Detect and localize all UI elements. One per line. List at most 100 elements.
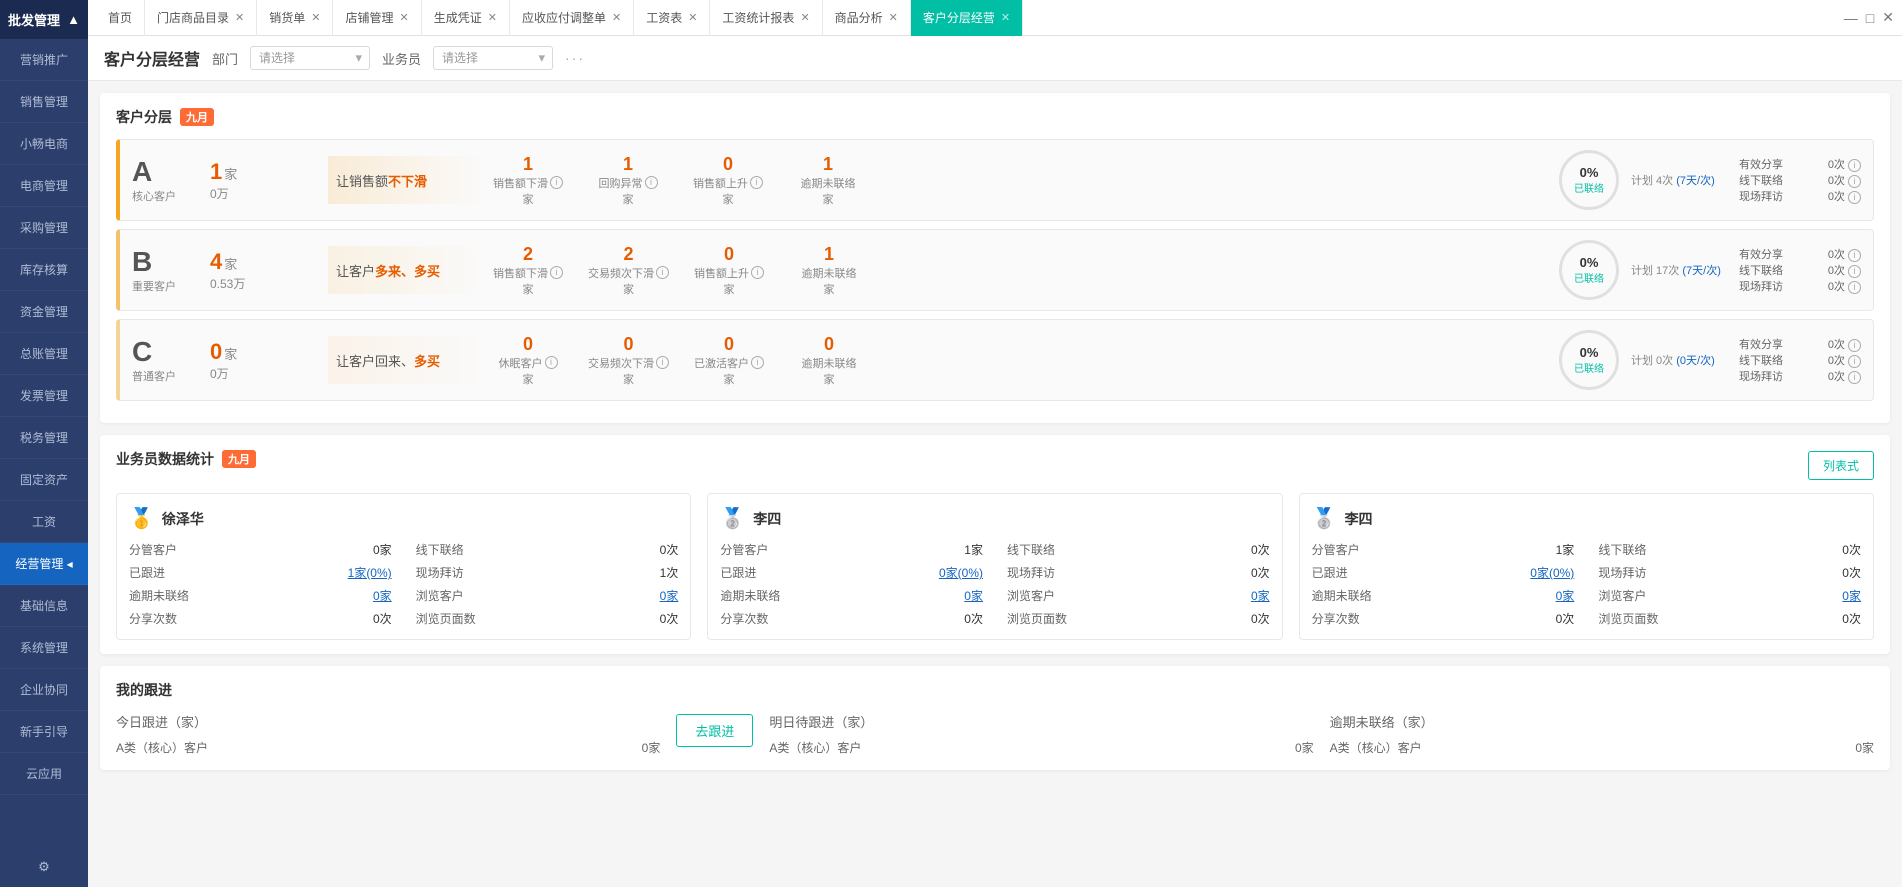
- tab-销货单[interactable]: 销货单 ✕: [257, 0, 333, 36]
- staff-stat-分享次数-0: 分享次数 0次: [129, 610, 392, 627]
- customer-tier-title: 客户分层 九月: [116, 107, 1874, 127]
- sidebar-top[interactable]: 批发管理 ▲: [0, 0, 88, 39]
- tier-b-stats: 2 销售额下滑 i 家 2 交易频次下滑 i 家 0 销售额上升 i 家: [488, 244, 1547, 297]
- followup-today-col: 今日跟进（家） A类（核心）客户 0家: [116, 712, 660, 756]
- tab-close-商品分析[interactable]: ✕: [889, 11, 898, 24]
- sidebar-item-小畅电商[interactable]: 小畅电商: [0, 123, 88, 165]
- tab-店铺管理[interactable]: 店铺管理 ✕: [333, 0, 421, 36]
- stat-a-回购异常: 1 回购异常 i 家: [588, 154, 668, 207]
- tier-c-contact-circle: 0% 已联络: [1559, 330, 1619, 390]
- staff-medal-0: 🥇: [129, 506, 154, 531]
- followup-button[interactable]: 去跟进: [676, 714, 753, 747]
- dept-label: 部门: [212, 49, 238, 68]
- staff-stats-2: 分管客户 1家 线下联络 0次 已跟进 0家(0%) 现场拜访: [1312, 541, 1861, 627]
- tier-c-contact-plan: 计划 0次 (0天/次): [1631, 352, 1731, 368]
- staff-card-1: 🥈 李四 分管客户 1家 线下联络 0次 已跟进: [707, 493, 1282, 640]
- page-header: 客户分层经营 部门 请选择 业务员 请选择 ···: [88, 36, 1902, 81]
- staff-medal-1: 🥈: [720, 506, 745, 531]
- stat-c-休眠客户: 0 休眠客户 i 家: [488, 334, 568, 387]
- followup-today-col-title: 今日跟进（家）: [116, 712, 660, 731]
- staff-stat-浏览客户-0: 浏览客户 0家: [416, 587, 679, 604]
- sidebar: 批发管理 ▲ 营销推广 销售管理 小畅电商 电商管理 采购管理 库存核算 资金管…: [0, 0, 88, 887]
- tab-客户分层经营[interactable]: 客户分层经营 ✕: [911, 0, 1023, 36]
- sidebar-top-label: 批发管理: [8, 10, 60, 29]
- tier-c-right-stats: 有效分享 0次 i 线下联络 0次 i 现场拜访 0次 i: [1731, 336, 1861, 384]
- main-area: 首页 门店商品目录 ✕ 销货单 ✕ 店铺管理 ✕ 生成凭证 ✕ 应收应付调整单 …: [88, 0, 1902, 887]
- sidebar-item-经营管理[interactable]: 经营管理 ◂: [0, 543, 88, 585]
- staff-stat-线下联络-0: 线下联络 0次: [416, 541, 679, 558]
- tab-maximize-icon[interactable]: □: [1866, 10, 1874, 26]
- tab-bar-actions: — □ ✕: [1844, 9, 1894, 26]
- staff-name-2: 🥈 李四: [1312, 506, 1861, 531]
- tab-应收应付调整单[interactable]: 应收应付调整单 ✕: [510, 0, 634, 36]
- stat-b-销售额下滑: 2 销售额下滑 i 家: [488, 244, 568, 297]
- tier-a-contact-plan: 计划 4次 (7天/次): [1631, 172, 1731, 188]
- tab-生成凭证[interactable]: 生成凭证 ✕: [422, 0, 510, 36]
- tab-close-销货单[interactable]: ✕: [311, 11, 320, 24]
- tab-close-工资表[interactable]: ✕: [688, 11, 697, 24]
- sidebar-item-采购管理[interactable]: 采购管理: [0, 207, 88, 249]
- sidebar-item-基础信息[interactable]: 基础信息: [0, 585, 88, 627]
- tier-a-label: A 核心客户: [132, 156, 202, 204]
- sidebar-item-云应用[interactable]: 云应用: [0, 753, 88, 795]
- tab-close-门店商品目录[interactable]: ✕: [235, 11, 244, 24]
- tab-工资表[interactable]: 工资表 ✕: [634, 0, 710, 36]
- staff-select[interactable]: 请选择: [433, 46, 553, 70]
- sidebar-item-营销推广[interactable]: 营销推广: [0, 39, 88, 81]
- tab-商品分析[interactable]: 商品分析 ✕: [823, 0, 911, 36]
- tier-c-count: 0 家 0万: [210, 339, 320, 382]
- sidebar-item-工资[interactable]: 工资: [0, 501, 88, 543]
- tier-b-count: 4 家 0.53万: [210, 249, 320, 292]
- stat-c-已激活客户: 0 已激活客户 i 家: [689, 334, 769, 387]
- sidebar-item-总账管理[interactable]: 总账管理: [0, 333, 88, 375]
- dept-select[interactable]: 请选择: [250, 46, 370, 70]
- tab-close-客户分层经营[interactable]: ✕: [1001, 11, 1010, 24]
- sidebar-item-库存核算[interactable]: 库存核算: [0, 249, 88, 291]
- customer-tier-section: 客户分层 九月 A 核心客户 1 家 0万 让销售额不下: [100, 93, 1890, 423]
- sidebar-item-电商管理[interactable]: 电商管理: [0, 165, 88, 207]
- tab-工资统计报表[interactable]: 工资统计报表 ✕: [710, 0, 822, 36]
- customer-month-badge: 九月: [180, 108, 214, 126]
- followup-tomorrow-col-title: 明日待跟进（家）: [769, 712, 1313, 731]
- tier-row-a: A 核心客户 1 家 0万 让销售额不下滑 1: [116, 139, 1874, 221]
- sidebar-item-销售管理[interactable]: 销售管理: [0, 81, 88, 123]
- tier-c-banner: 让客户回来、多买: [328, 336, 488, 384]
- followup-title: 我的跟进: [116, 680, 1874, 700]
- staff-medal-2: 🥈: [1312, 506, 1337, 531]
- tier-a-stats: 1 销售额下滑 i 家 1 回购异常 i 家 0 销售额上升 i 家: [488, 154, 1547, 207]
- staff-stat-浏览页面数-0: 浏览页面数 0次: [416, 610, 679, 627]
- staff-stats-section: 业务员数据统计 九月 列表式 🥇 徐泽华 分管客户 0家: [100, 435, 1890, 654]
- stat-a-销售额下滑: 1 销售额下滑 i 家: [488, 154, 568, 207]
- staff-stat-现场拜访-0: 现场拜访 1次: [416, 564, 679, 581]
- stat-b-交易频次下滑: 2 交易频次下滑 i 家: [588, 244, 669, 297]
- tab-门店商品目录[interactable]: 门店商品目录 ✕: [145, 0, 257, 36]
- sidebar-item-资金管理[interactable]: 资金管理: [0, 291, 88, 333]
- tier-row-c: C 普通客户 0 家 0万 让客户回来、多买 0: [116, 319, 1874, 401]
- tab-首页[interactable]: 首页: [96, 0, 145, 36]
- more-filter-btn[interactable]: ···: [565, 50, 585, 66]
- stat-c-逾期未联络: 0 逾期未联络 家: [789, 334, 869, 387]
- sidebar-item-发票管理[interactable]: 发票管理: [0, 375, 88, 417]
- page-title: 客户分层经营: [104, 46, 200, 70]
- tab-bar: 首页 门店商品目录 ✕ 销货单 ✕ 店铺管理 ✕ 生成凭证 ✕ 应收应付调整单 …: [88, 0, 1902, 36]
- tab-close-生成凭证[interactable]: ✕: [488, 11, 497, 24]
- settings-button[interactable]: ⚙: [0, 847, 88, 887]
- sidebar-item-固定资产[interactable]: 固定资产: [0, 459, 88, 501]
- tab-close-all-icon[interactable]: ✕: [1882, 9, 1894, 26]
- tab-close-店铺管理[interactable]: ✕: [400, 11, 409, 24]
- staff-card-2: 🥈 李四 分管客户 1家 线下联络 0次 已跟进: [1299, 493, 1874, 640]
- tier-b-banner: 让客户多来、多买: [328, 246, 488, 294]
- tab-close-工资统计报表[interactable]: ✕: [800, 11, 809, 24]
- staff-section-header: 业务员数据统计 九月 列表式: [116, 449, 1874, 481]
- staff-stat-分管客户-0: 分管客户 0家: [129, 541, 392, 558]
- followup-tomorrow-col: 明日待跟进（家） A类（核心）客户 0家: [769, 712, 1313, 756]
- sidebar-collapse-icon[interactable]: ▲: [67, 12, 80, 27]
- followup-section: 我的跟进 今日跟进（家） A类（核心）客户 0家 去跟进 明日待跟进（家） A类…: [100, 666, 1890, 770]
- sidebar-item-新手引导[interactable]: 新手引导: [0, 711, 88, 753]
- tab-minimize-icon[interactable]: —: [1844, 10, 1858, 26]
- sidebar-item-系统管理[interactable]: 系统管理: [0, 627, 88, 669]
- sidebar-item-税务管理[interactable]: 税务管理: [0, 417, 88, 459]
- list-view-button[interactable]: 列表式: [1808, 451, 1874, 480]
- sidebar-item-企业协同[interactable]: 企业协同: [0, 669, 88, 711]
- tab-close-应收应付调整单[interactable]: ✕: [612, 11, 621, 24]
